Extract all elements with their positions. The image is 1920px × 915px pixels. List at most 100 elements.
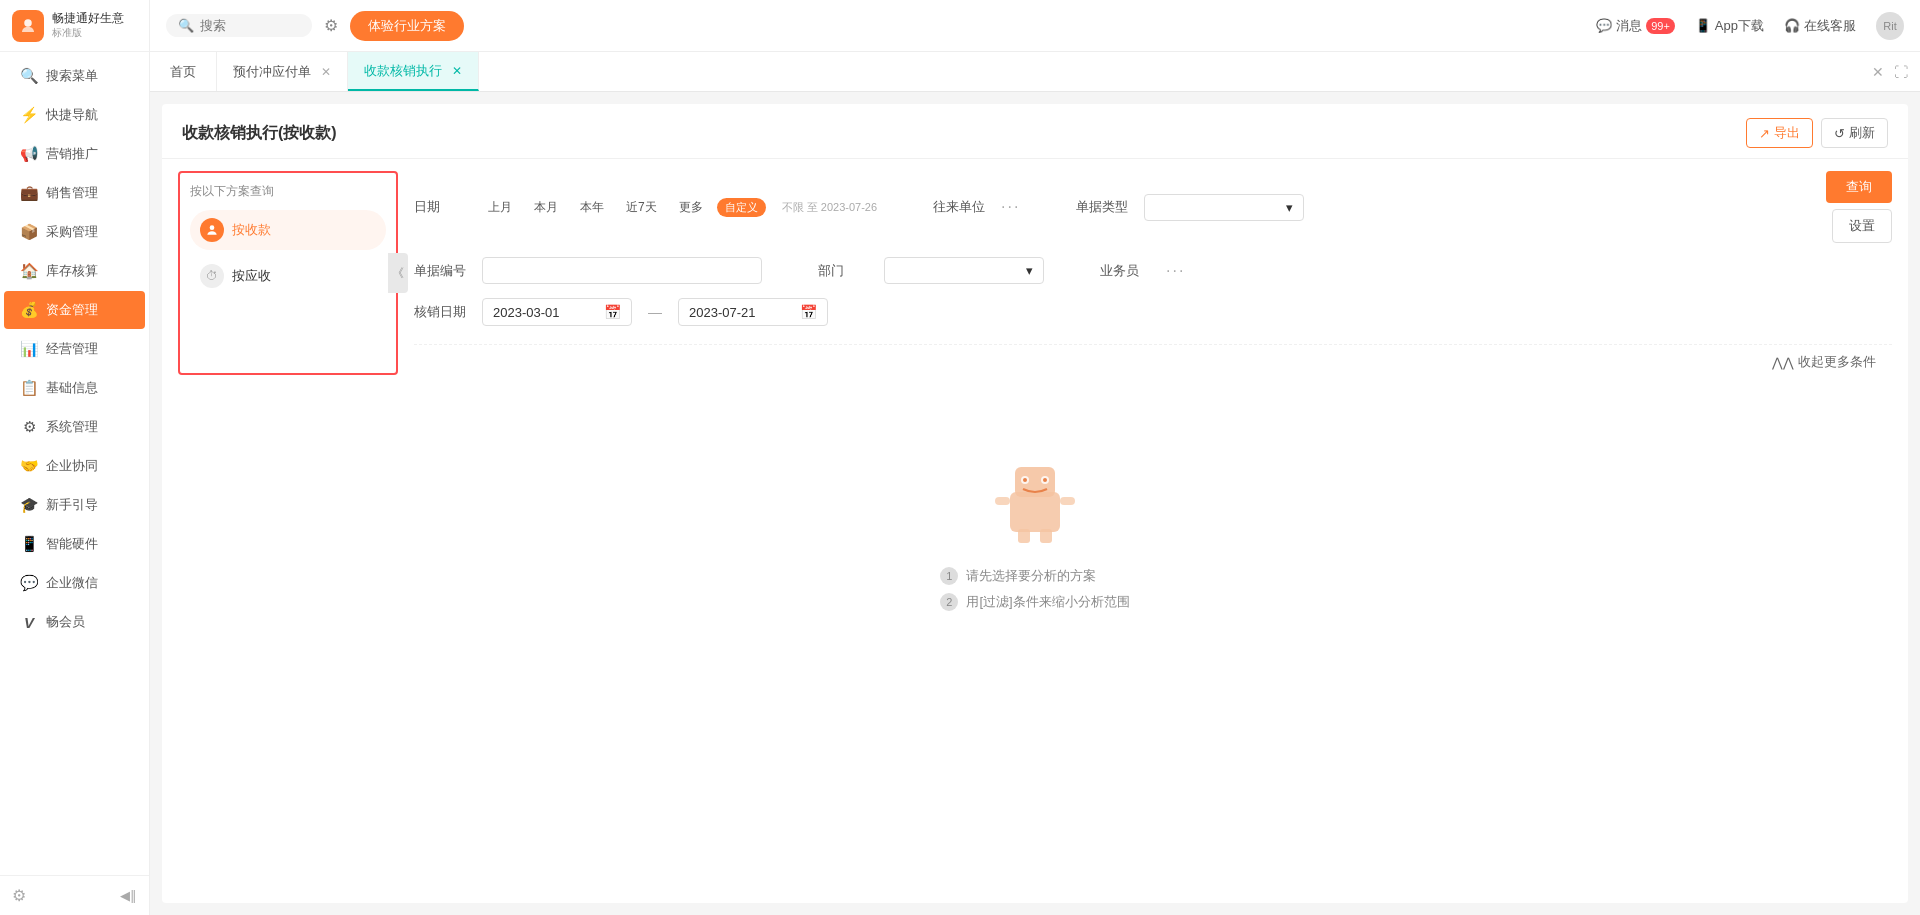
filter-panel-collapse[interactable]: 《	[388, 253, 408, 293]
date-btn-this-year[interactable]: 本年	[572, 196, 612, 219]
member-icon: V	[20, 614, 38, 631]
sidebar: 畅捷通好生意 标准版 🔍 搜索菜单 ⚡ 快捷导航 📢 营销推广 💼 销售管理 📦…	[0, 0, 150, 915]
svg-point-1	[210, 225, 215, 230]
collapse-more-button[interactable]: ⋀⋀ 收起更多条件	[1772, 353, 1876, 371]
sidebar-item-basic-info[interactable]: 📋 基础信息	[4, 369, 145, 407]
enterprise-icon: 🤝	[20, 457, 38, 475]
user-item[interactable]: Rit	[1876, 12, 1904, 40]
page-header: 收款核销执行(按收款) ↗ 导出 ↺ 刷新	[162, 104, 1908, 159]
tab-receivables[interactable]: 收款核销执行 ✕	[348, 52, 479, 91]
sidebar-item-purchase[interactable]: 📦 采购管理	[4, 213, 145, 251]
sidebar-item-label: 销售管理	[46, 184, 98, 202]
sidebar-collapse-btn[interactable]: ◀‖	[120, 888, 137, 903]
verify-date-start-text: 2023-03-01	[493, 305, 560, 320]
setting-button[interactable]: 设置	[1832, 209, 1892, 243]
dept-label: 部门	[818, 262, 868, 280]
purchase-icon: 📦	[20, 223, 38, 241]
sidebar-item-enterprise[interactable]: 🤝 企业协同	[4, 447, 145, 485]
filter-right-fields: 日期 上月 本月 本年 近7天 更多 自定义 不限 至 2023-07-26 往…	[414, 171, 1892, 375]
svg-rect-8	[995, 497, 1010, 505]
quick-nav-icon: ⚡	[20, 106, 38, 124]
logo-icon	[12, 10, 44, 42]
filter-row-2: 单据编号 部门 ▾ 业务员 ···	[414, 257, 1892, 284]
tab-prepay-close[interactable]: ✕	[321, 65, 331, 79]
tabbar: 首页 预付冲应付单 ✕ 收款核销执行 ✕ ✕ ⛶	[150, 52, 1920, 92]
online-service-item[interactable]: 🎧 在线客服	[1784, 17, 1856, 35]
marketing-icon: 📢	[20, 145, 38, 163]
avatar: Rit	[1876, 12, 1904, 40]
tab-prepay[interactable]: 预付冲应付单 ✕	[217, 52, 348, 91]
verify-date-label: 核销日期	[414, 303, 466, 321]
basic-info-icon: 📋	[20, 379, 38, 397]
export-button[interactable]: ↗ 导出	[1746, 118, 1813, 148]
tab-receivables-close[interactable]: ✕	[452, 64, 462, 78]
sidebar-item-marketing[interactable]: 📢 营销推广	[4, 135, 145, 173]
verify-date-start[interactable]: 2023-03-01 📅	[482, 298, 632, 326]
tab-close-icon[interactable]: ✕	[1872, 64, 1884, 80]
search-menu-icon: 🔍	[20, 67, 38, 85]
partner-label: 往来单位	[933, 198, 985, 216]
filter-option-label: 按应收	[232, 267, 271, 285]
filter-option-by-receivable[interactable]: ⏱ 按应收	[190, 256, 386, 296]
refresh-button[interactable]: ↺ 刷新	[1821, 118, 1888, 148]
settings-bottom-icon[interactable]: ⚙	[12, 886, 26, 905]
date-btn-more[interactable]: 更多	[671, 196, 711, 219]
sidebar-item-wechat[interactable]: 💬 企业微信	[4, 564, 145, 602]
sidebar-item-label: 系统管理	[46, 418, 98, 436]
sidebar-item-inventory[interactable]: 🏠 库存核算	[4, 252, 145, 290]
filter-option-label: 按收款	[232, 221, 271, 239]
svg-point-0	[24, 19, 32, 27]
empty-hint-1: 1 请先选择要分析的方案	[940, 567, 1129, 585]
date-custom-badge[interactable]: 自定义	[717, 198, 766, 217]
sidebar-item-label: 采购管理	[46, 223, 98, 241]
doc-num-input[interactable]	[482, 257, 762, 284]
doc-type-select[interactable]: ▾	[1144, 194, 1304, 221]
page-header-actions: ↗ 导出 ↺ 刷新	[1746, 118, 1888, 148]
date-btn-last-month[interactable]: 上月	[480, 196, 520, 219]
sidebar-item-search[interactable]: 🔍 搜索菜单	[4, 57, 145, 95]
page-wrapper: 收款核销执行(按收款) ↗ 导出 ↺ 刷新 按以下方案查询	[162, 104, 1908, 903]
search-input[interactable]	[200, 18, 300, 33]
refresh-icon: ↺	[1834, 126, 1845, 141]
query-button[interactable]: 查询	[1826, 171, 1892, 203]
filter-option-by-receipt[interactable]: 按收款	[190, 210, 386, 250]
sidebar-item-sales[interactable]: 💼 销售管理	[4, 174, 145, 212]
service-icon: 🎧	[1784, 18, 1800, 33]
sidebar-item-system[interactable]: ⚙ 系统管理	[4, 408, 145, 446]
tab-expand-icon[interactable]: ⛶	[1894, 64, 1908, 80]
date-btn-this-month[interactable]: 本月	[526, 196, 566, 219]
app-download-item[interactable]: 📱 App下载	[1695, 17, 1764, 35]
date-btn-7days[interactable]: 近7天	[618, 196, 665, 219]
topbar-search-box[interactable]: 🔍	[166, 14, 312, 37]
sidebar-item-hardware[interactable]: 📱 智能硬件	[4, 525, 145, 563]
svg-rect-9	[1060, 497, 1075, 505]
tab-home[interactable]: 首页	[150, 52, 217, 91]
empty-hint-1-text: 请先选择要分析的方案	[966, 567, 1096, 585]
filter-row-3: 核销日期 2023-03-01 📅 — 2023-07-21 📅	[414, 298, 1892, 326]
verify-date-end[interactable]: 2023-07-21 📅	[678, 298, 828, 326]
partner-input[interactable]: ···	[1001, 198, 1020, 216]
filter-left-panel: 按以下方案查询 按收款 ⏱ 按应收 《	[178, 171, 398, 375]
sidebar-item-quick[interactable]: ⚡ 快捷导航	[4, 96, 145, 134]
date-label: 日期	[414, 198, 464, 216]
topbar-gear-icon[interactable]: ⚙	[324, 16, 338, 35]
tab-home-label: 首页	[170, 63, 196, 81]
date-hint: 不限 至 2023-07-26	[782, 200, 877, 215]
management-icon: 📊	[20, 340, 38, 358]
filter-row-1: 日期 上月 本月 本年 近7天 更多 自定义 不限 至 2023-07-26 往…	[414, 171, 1892, 243]
sales-icon: 💼	[20, 184, 38, 202]
user-initials: Rit	[1883, 20, 1896, 32]
dept-select[interactable]: ▾	[884, 257, 1044, 284]
online-service-label: 在线客服	[1804, 17, 1856, 35]
sidebar-logo: 畅捷通好生意 标准版	[0, 0, 149, 52]
sidebar-item-management[interactable]: 📊 经营管理	[4, 330, 145, 368]
sidebar-item-member[interactable]: V 畅会员	[4, 603, 145, 641]
messages-label: 消息	[1616, 17, 1642, 35]
solution-button[interactable]: 体验行业方案	[350, 11, 464, 41]
staff-input[interactable]: ···	[1166, 262, 1185, 280]
dept-chevron: ▾	[1026, 263, 1033, 278]
verify-date-end-text: 2023-07-21	[689, 305, 756, 320]
messages-item[interactable]: 💬 消息 99+	[1596, 17, 1675, 35]
sidebar-item-guide[interactable]: 🎓 新手引导	[4, 486, 145, 524]
sidebar-item-finance[interactable]: 💰 资金管理	[4, 291, 145, 329]
